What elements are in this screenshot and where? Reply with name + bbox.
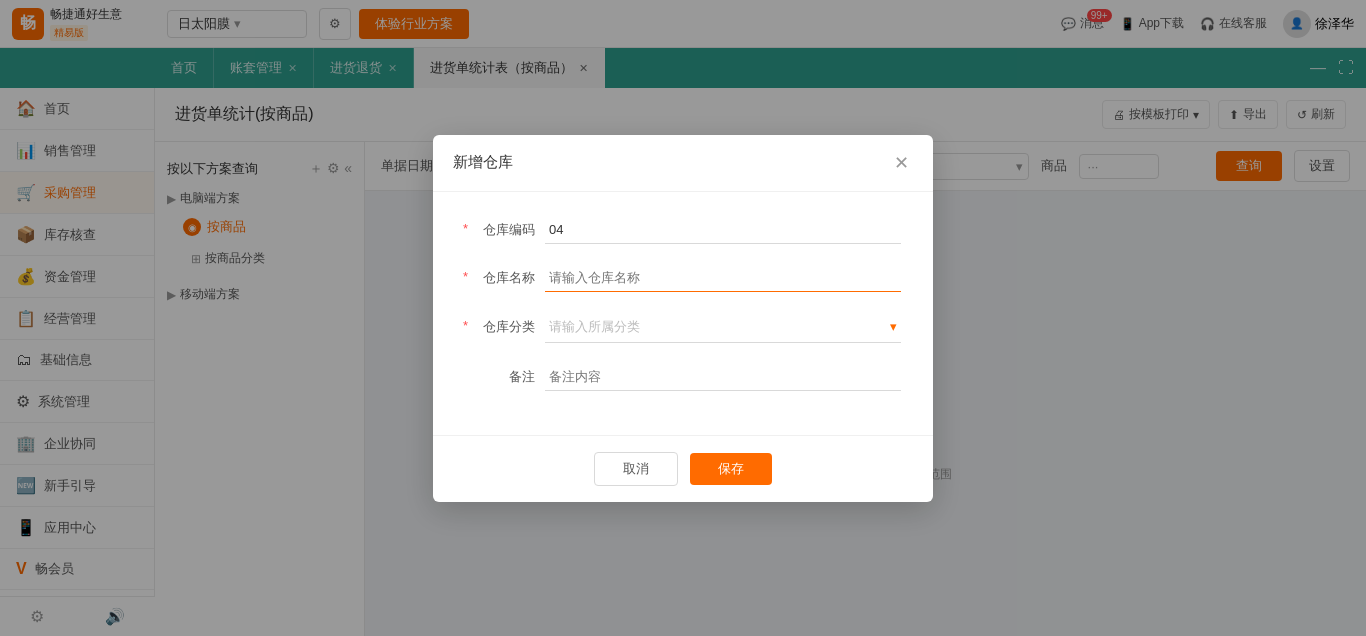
warehouse-code-row: 仓库编码 <box>465 216 901 244</box>
warehouse-name-label: 仓库名称 <box>465 269 545 287</box>
dialog-body: 仓库编码 仓库名称 仓库分类 请输入所属分类 ▾ 备注 <box>433 192 933 435</box>
cancel-button[interactable]: 取消 <box>594 452 678 486</box>
warehouse-category-label: 仓库分类 <box>465 318 545 336</box>
dialog-footer: 取消 保存 <box>433 435 933 502</box>
warehouse-code-label: 仓库编码 <box>465 221 545 239</box>
remark-label: 备注 <box>465 368 545 386</box>
remark-input[interactable] <box>545 363 901 391</box>
warehouse-name-row: 仓库名称 <box>465 264 901 292</box>
dialog-close-btn[interactable]: ✕ <box>889 151 913 175</box>
warehouse-code-input[interactable] <box>545 216 901 244</box>
warehouse-category-select[interactable]: 请输入所属分类 ▾ <box>545 312 901 343</box>
dialog-header: 新增仓库 ✕ <box>433 135 933 192</box>
remark-row: 备注 <box>465 363 901 391</box>
warehouse-name-input[interactable] <box>545 264 901 292</box>
new-warehouse-dialog: 新增仓库 ✕ 仓库编码 仓库名称 仓库分类 请输入所属分类 ▾ <box>433 135 933 502</box>
chevron-down-icon: ▾ <box>890 319 897 334</box>
save-button[interactable]: 保存 <box>690 453 772 485</box>
warehouse-category-placeholder: 请输入所属分类 <box>549 318 640 336</box>
dialog-title: 新增仓库 <box>453 153 513 172</box>
overlay: 新增仓库 ✕ 仓库编码 仓库名称 仓库分类 请输入所属分类 ▾ <box>0 0 1366 636</box>
warehouse-category-row: 仓库分类 请输入所属分类 ▾ <box>465 312 901 343</box>
